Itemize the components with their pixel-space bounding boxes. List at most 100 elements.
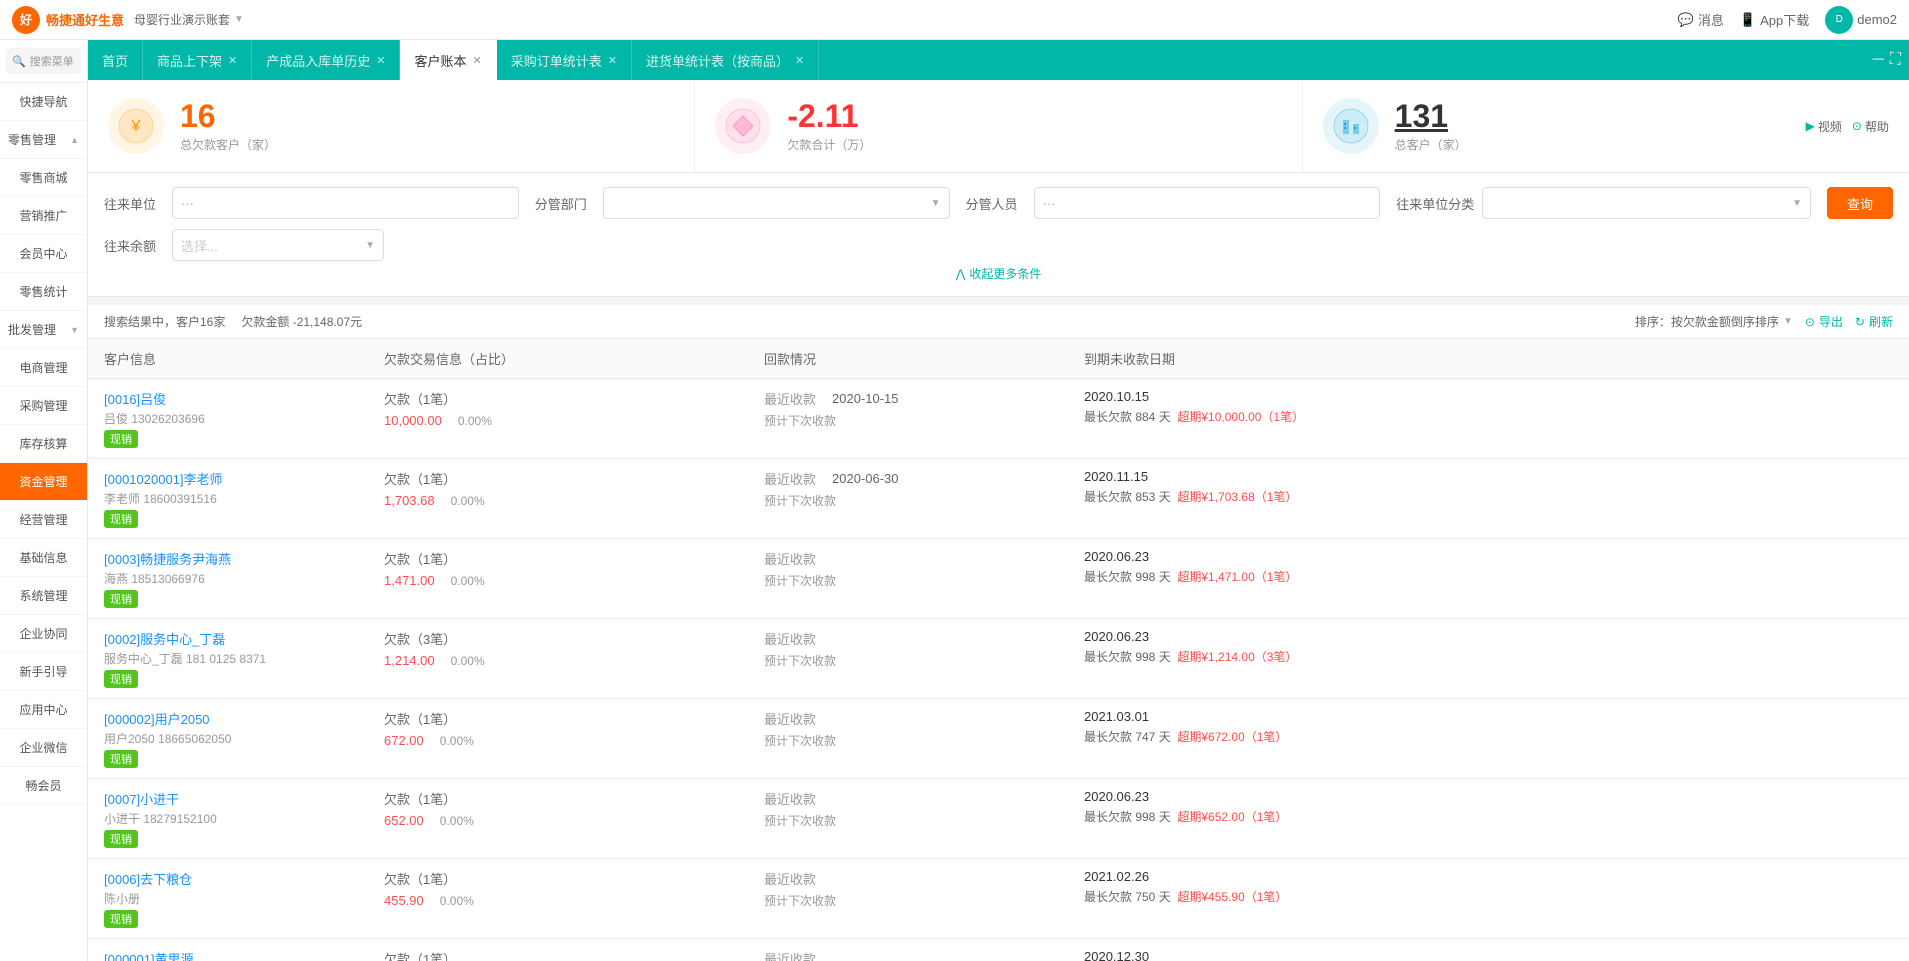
tab-product-history[interactable]: 产成品入库单历史 ✕ — [252, 40, 400, 80]
sidebar-item-member-center[interactable]: 会员中心 — [0, 235, 87, 273]
filter-category-select[interactable]: ▼ — [1482, 187, 1811, 219]
sidebar-item-system-mgmt[interactable]: 系统管理 — [0, 577, 87, 615]
app-download-btn[interactable]: 📱 App下载 — [1740, 10, 1809, 29]
customer-tag: 现销 — [104, 830, 138, 848]
tab-purchase-order[interactable]: 采购订单统计表 ✕ — [497, 40, 632, 80]
debt-amount[interactable]: 672.00 — [384, 733, 424, 748]
sidebar-item-basic-info[interactable]: 基础信息 — [0, 539, 87, 577]
debt-count: 欠款（1笔） — [384, 549, 732, 568]
tab-expand-icon[interactable]: ⛶ — [1890, 51, 1901, 69]
customer-name-link[interactable]: [0001020001]李老师 — [104, 469, 352, 488]
customer-name-link[interactable]: [000001]黄思源 — [104, 949, 352, 961]
tab-purchase-stats[interactable]: 进货单统计表（按商品） ✕ — [632, 40, 819, 80]
tab-purchase-stats-close[interactable]: ✕ — [795, 54, 804, 67]
sidebar-item-app-center[interactable]: 应用中心 — [0, 691, 87, 729]
sidebar-item-label: 畅会员 — [25, 779, 61, 793]
due-date-cell: 2020.11.15 最长欠款 853 天 超期¥1,703.68（1笔） — [1068, 459, 1909, 539]
tab-product-history-close[interactable]: ✕ — [376, 54, 385, 67]
tab-bar-actions: ─ ⛶ — [1864, 51, 1909, 69]
sidebar-item-ecommerce[interactable]: 电商管理 — [0, 349, 87, 387]
tab-home[interactable]: 首页 — [88, 40, 143, 80]
debt-info-cell: 欠款（1笔） 455.90 0.00% — [368, 859, 748, 939]
table-row: [0006]去下粮仓 陈小册 现销 欠款（1笔） 455.90 0.00% 最近… — [88, 859, 1909, 939]
debt-count: 欠款（1笔） — [384, 389, 732, 408]
sidebar-item-inventory[interactable]: 库存核算 — [0, 425, 87, 463]
message-icon: 💬 — [1678, 12, 1694, 28]
customer-name-link[interactable]: [000002]用户2050 — [104, 709, 352, 728]
filter-dept-select[interactable]: ▼ — [603, 187, 950, 219]
tab-product-online[interactable]: 商品上下架 ✕ — [143, 40, 252, 80]
customer-name-link[interactable]: [0002]服务中心_丁磊 — [104, 629, 352, 648]
debt-amount[interactable]: 652.00 — [384, 813, 424, 828]
overdue-amount-link[interactable]: 超期¥1,214.00（3笔） — [1177, 650, 1297, 664]
overdue-amount-link[interactable]: 超期¥1,471.00（1笔） — [1177, 570, 1297, 584]
sidebar-item-enterprise-collab[interactable]: 企业协同 — [0, 615, 87, 653]
debt-amount[interactable]: 1,214.00 — [384, 653, 435, 668]
sidebar-item-retail-mgmt[interactable]: 零售管理 ▲ — [0, 121, 87, 159]
sidebar-item-retail-mall[interactable]: 零售商城 — [0, 159, 87, 197]
search-button[interactable]: 查询 — [1827, 187, 1893, 219]
filter-balance-select[interactable]: 选择... ▼ — [172, 229, 384, 261]
tab-minimize-icon[interactable]: ─ — [1872, 51, 1883, 69]
refresh-btn[interactable]: ↻ 刷新 — [1855, 313, 1893, 330]
overdue-amount-link[interactable]: 超期¥10,000.00（1笔） — [1177, 410, 1304, 424]
due-date: 2020.11.15 — [1084, 469, 1893, 484]
card-label-total-debt: 欠款合计（万） — [787, 136, 1281, 153]
customer-phone: 陈小册 — [104, 890, 352, 907]
video-label: 视频 — [1818, 118, 1842, 135]
sidebar-item-marketing[interactable]: 营销推广 — [0, 197, 87, 235]
tab-customer-account[interactable]: 客户账本 ✕ — [400, 40, 496, 80]
sidebar-item-new-guide[interactable]: 新手引导 — [0, 653, 87, 691]
overdue-amount-link[interactable]: 超期¥672.00（1笔） — [1177, 730, 1287, 744]
sidebar-item-label: 库存核算 — [19, 437, 67, 451]
customer-name-link[interactable]: [0007]小进干 — [104, 789, 352, 808]
customer-name-link[interactable]: [0003]畅捷服务尹海燕 — [104, 549, 352, 568]
sidebar-item-finance[interactable]: 资金管理 — [0, 463, 87, 501]
filter-person-input[interactable]: ··· — [1034, 187, 1381, 219]
overdue-days: 最长欠款 998 天 — [1084, 650, 1174, 664]
tab-product-online-close[interactable]: ✕ — [228, 54, 237, 67]
sidebar-item-retail-stats[interactable]: 零售统计 — [0, 273, 87, 311]
filter-row-2: 往来余额 选择... ▼ — [104, 229, 1893, 261]
sidebar-item-enterprise-wechat[interactable]: 企业微信 — [0, 729, 87, 767]
next-payment-label: 预计下次收款 — [764, 494, 836, 508]
filter-collapse-btn[interactable]: ⋀ 收起更多条件 — [104, 265, 1893, 282]
sidebar-item-purchase[interactable]: 采购管理 — [0, 387, 87, 425]
search-label: 搜索菜单 — [30, 53, 74, 69]
debt-amount[interactable]: 10,000.00 — [384, 413, 442, 428]
debt-amount[interactable]: 1,703.68 — [384, 493, 435, 508]
table-row: [0007]小进干 小进干 18279152100 现销 欠款（1笔） 652.… — [88, 779, 1909, 859]
filter-unit-input[interactable]: ··· — [172, 187, 519, 219]
customer-name-link[interactable]: [0006]去下粮仓 — [104, 869, 352, 888]
sidebar-item-wholesale-mgmt[interactable]: 批发管理 ▼ — [0, 311, 87, 349]
help-btn[interactable]: ⊙ 帮助 — [1852, 118, 1889, 135]
tab-purchase-order-close[interactable]: ✕ — [608, 54, 617, 67]
refresh-icon: ↻ — [1855, 315, 1865, 329]
export-btn[interactable]: ⊙ 导出 — [1805, 313, 1843, 330]
user-profile[interactable]: D demo2 — [1825, 6, 1897, 34]
card-icon-diamond — [715, 98, 771, 154]
tab-customer-account-close[interactable]: ✕ — [473, 54, 482, 67]
video-btn[interactable]: ▶ 视频 — [1806, 118, 1842, 135]
filter-area: 往来单位 ··· 分管部门 ▼ — [88, 173, 1909, 297]
company-selector[interactable]: 母婴行业演示账套 ▼ — [134, 11, 244, 28]
customer-name-link[interactable]: [0016]吕俊 — [104, 389, 352, 408]
sort-selector[interactable]: 排序：按欠款金额倒序排序 ▼ — [1635, 313, 1793, 330]
overdue-amount-link[interactable]: 超期¥652.00（1笔） — [1177, 810, 1287, 824]
sidebar-item-label: 企业微信 — [19, 741, 67, 755]
sidebar-item-label: 批发管理 — [8, 321, 56, 338]
sidebar-item-quick-nav[interactable]: 快捷导航 — [0, 83, 87, 121]
overdue-days: 最长欠款 853 天 — [1084, 490, 1174, 504]
debt-amount[interactable]: 1,471.00 — [384, 573, 435, 588]
overdue-amount-link[interactable]: 超期¥1,703.68（1笔） — [1177, 490, 1297, 504]
message-btn[interactable]: 💬 消息 — [1678, 10, 1724, 29]
due-date-cell: 2020.06.23 最长欠款 998 天 超期¥1,214.00（3笔） — [1068, 619, 1909, 699]
sidebar-item-vip-member[interactable]: 畅会员 — [0, 767, 87, 805]
search-icon: 🔍 — [12, 55, 26, 68]
debt-amount[interactable]: 455.90 — [384, 893, 424, 908]
overdue-amount-link[interactable]: 超期¥455.90（1笔） — [1177, 890, 1287, 904]
sidebar-item-operations[interactable]: 经营管理 — [0, 501, 87, 539]
sidebar-search-btn[interactable]: 🔍 搜索菜单 — [6, 48, 81, 74]
customer-info-cell: [0003]畅捷服务尹海燕 海燕 18513066976 现销 — [88, 539, 368, 619]
due-date-cell: 2020.10.15 最长欠款 884 天 超期¥10,000.00（1笔） — [1068, 379, 1909, 459]
